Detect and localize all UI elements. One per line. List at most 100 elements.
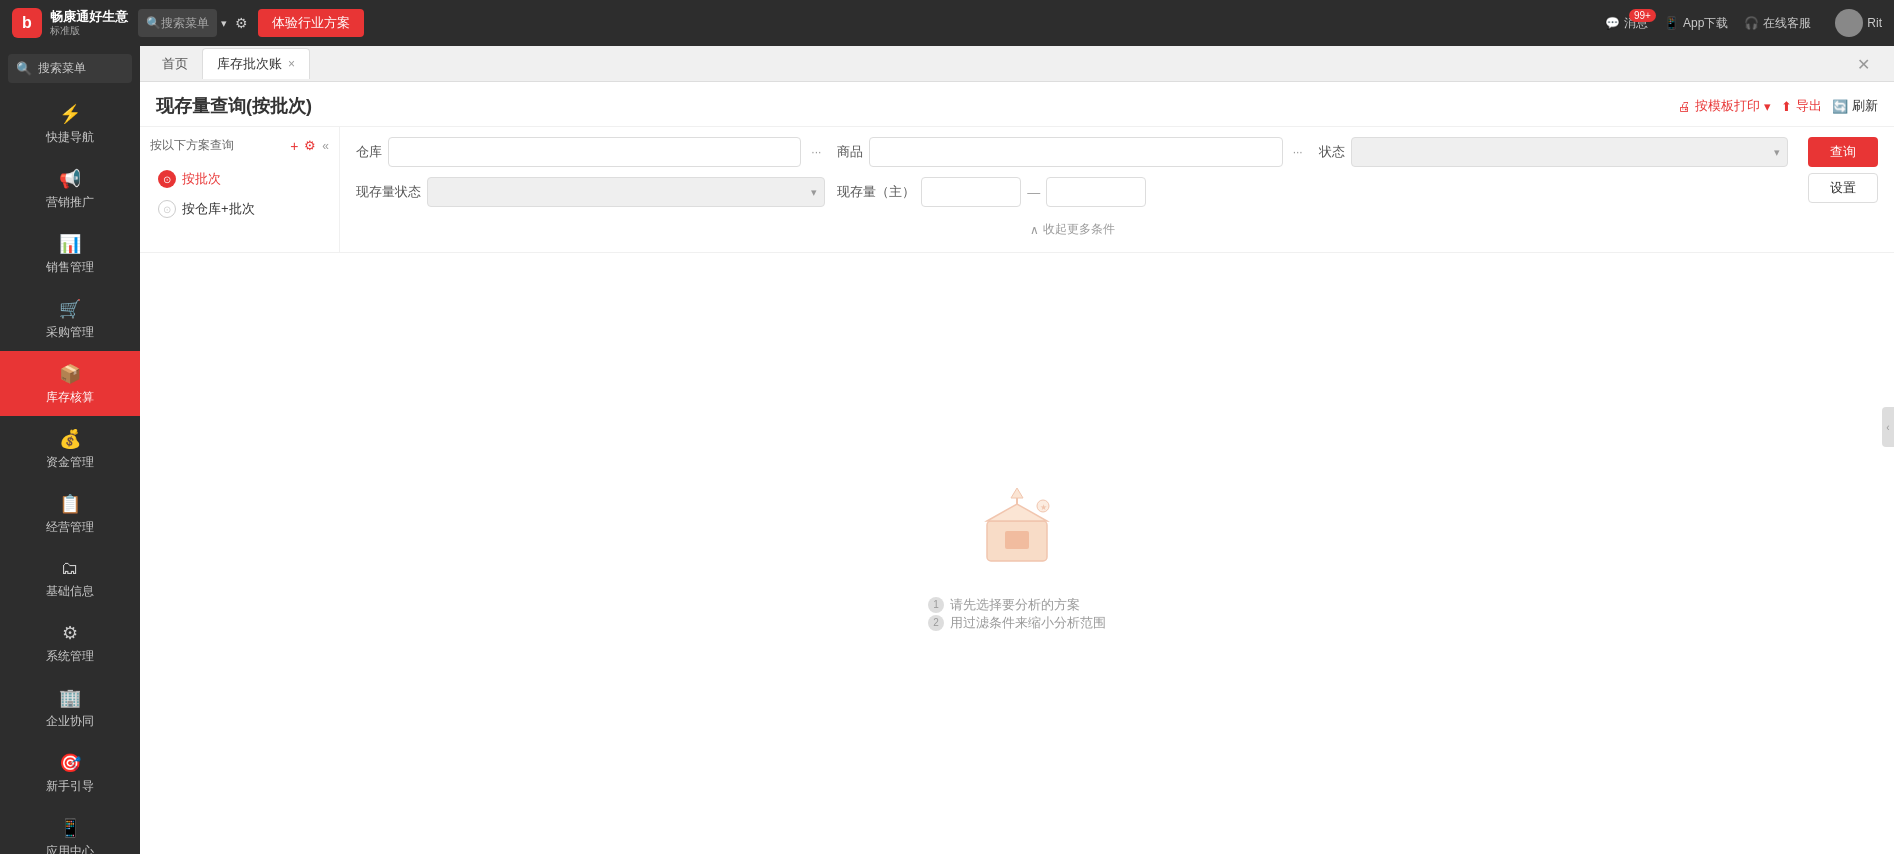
sidebar-item-sales[interactable]: 📊 销售管理	[0, 221, 140, 286]
scheme-inactive-icon: ⊙	[158, 200, 176, 218]
print-button[interactable]: 🖨 按模板打印 ▾	[1678, 97, 1771, 115]
page-header: 现存量查询(按批次) 🖨 按模板打印 ▾ ⬆ 导出 🔄 刷新	[140, 82, 1894, 127]
online-service-button[interactable]: 🎧 在线客服	[1744, 15, 1811, 32]
experience-button[interactable]: 体验行业方案	[258, 9, 364, 37]
basics-icon: 🗂	[61, 558, 79, 579]
tab-bar: 首页 库存批次账 × ✕	[140, 46, 1894, 82]
app-logo: b	[12, 8, 42, 38]
sidebar-item-marketing[interactable]: 📢 营销推广	[0, 156, 140, 221]
tab-close-button[interactable]: ×	[288, 58, 295, 70]
status-select[interactable]	[1351, 137, 1788, 167]
right-panel-toggle[interactable]: ‹	[1882, 407, 1894, 447]
topbar-dropdown-icon[interactable]: ▾	[221, 17, 227, 30]
message-badge: 99+	[1629, 9, 1656, 22]
stock-qty-to-input[interactable]	[1046, 177, 1146, 207]
marketing-icon: 📢	[59, 168, 81, 190]
empty-state: ★ 1 请先选择要分析的方案 2 用过滤条件来缩小分析范围	[140, 253, 1894, 854]
topbar-right: 💬 消息 99+ 📱 App下载 🎧 在线客服 Rit	[1605, 9, 1882, 37]
topbar-search-area[interactable]: 🔍 搜索菜单	[138, 9, 217, 37]
sidebar-item-operation[interactable]: 📋 经营管理	[0, 481, 140, 546]
page-content: 现存量查询(按批次) 🖨 按模板打印 ▾ ⬆ 导出 🔄 刷新	[140, 82, 1894, 854]
page-header-actions: 🖨 按模板打印 ▾ ⬆ 导出 🔄 刷新	[1678, 97, 1878, 115]
scheme-header: 按以下方案查询 + ⚙ «	[150, 137, 329, 154]
scheme-item-0[interactable]: ⊙ 按批次	[150, 164, 329, 194]
print-dropdown-icon[interactable]: ▾	[1764, 99, 1771, 114]
filter-right: 仓库 ··· 商品 ··· 状态	[340, 127, 1804, 252]
filter-panel: 按以下方案查询 + ⚙ « ⊙ 按批次 ⊙ 按仓库+批次	[140, 127, 1894, 253]
message-icon: 💬	[1605, 16, 1620, 30]
user-menu[interactable]: Rit	[1827, 9, 1882, 37]
page-close-button[interactable]: ✕	[1857, 54, 1870, 73]
stock-qty-label: 现存量（主）	[837, 183, 915, 201]
query-button[interactable]: 查询	[1808, 137, 1878, 167]
search-icon: 🔍	[146, 16, 161, 30]
app-download-button[interactable]: 📱 App下载	[1664, 15, 1728, 32]
sidebar-item-enterprise[interactable]: 🏢 企业协同	[0, 675, 140, 740]
topbar: b 畅康通好生意 标准版 🔍 搜索菜单 ▾ ⚙ 体验行业方案 💬 消息 99+ …	[0, 0, 1894, 46]
phone-icon: 📱	[1664, 16, 1679, 30]
sidebar-item-inventory[interactable]: 📦 库存核算	[0, 351, 140, 416]
settings-button[interactable]: 设置	[1808, 173, 1878, 203]
scheme-collapse-button[interactable]: «	[322, 139, 329, 153]
scheme-settings-button[interactable]: ⚙	[304, 138, 316, 153]
sidebar-item-purchase[interactable]: 🛒 采购管理	[0, 286, 140, 351]
service-icon: 🎧	[1744, 16, 1759, 30]
filter-row-2: 现存量状态 ▾ 现存量（主） —	[356, 177, 1788, 207]
stock-qty-from-input[interactable]	[921, 177, 1021, 207]
product-more-button[interactable]: ···	[1289, 145, 1307, 159]
sidebar-search-icon: 🔍	[16, 61, 32, 76]
apps-icon: 📱	[59, 817, 81, 839]
scheme-add-button[interactable]: +	[290, 138, 298, 154]
product-input[interactable]	[869, 137, 1282, 167]
quicknav-icon: ⚡	[59, 103, 81, 125]
export-icon: ⬆	[1781, 99, 1792, 114]
collapse-icon: ∧	[1030, 223, 1039, 237]
message-button[interactable]: 💬 消息 99+	[1605, 15, 1648, 32]
empty-tips: 1 请先选择要分析的方案 2 用过滤条件来缩小分析范围	[928, 596, 1106, 632]
sidebar-item-guide[interactable]: 🎯 新手引导	[0, 740, 140, 805]
tab-inventory-batch[interactable]: 库存批次账 ×	[202, 48, 310, 79]
system-icon: ⚙	[62, 622, 78, 644]
sidebar-item-apps[interactable]: 📱 应用中心	[0, 805, 140, 854]
stock-status-select[interactable]	[427, 177, 825, 207]
main-layout: 🔍 搜索菜单 ⚡ 快捷导航 📢 营销推广 📊 销售管理 🛒 采购管理 📦 库存核…	[0, 46, 1894, 854]
sidebar-item-basics[interactable]: 🗂 基础信息	[0, 546, 140, 610]
warehouse-more-button[interactable]: ···	[807, 145, 825, 159]
app-brand: 畅康通好生意 标准版	[50, 9, 128, 37]
filter-action-buttons: 查询 设置	[1804, 127, 1894, 252]
topbar-gear-icon[interactable]: ⚙	[235, 15, 248, 31]
operation-icon: 📋	[59, 493, 81, 515]
purchase-icon: 🛒	[59, 298, 81, 320]
scheme-item-1[interactable]: ⊙ 按仓库+批次	[150, 194, 329, 224]
refresh-icon: 🔄	[1832, 99, 1848, 114]
sidebar-item-system[interactable]: ⚙ 系统管理	[0, 610, 140, 675]
filter-collapse-button[interactable]: ∧ 收起更多条件	[356, 217, 1788, 242]
svg-marker-4	[1011, 488, 1023, 498]
sidebar-search[interactable]: 🔍 搜索菜单	[8, 54, 132, 83]
stock-qty-dash: —	[1027, 185, 1040, 200]
filter-product-group: 商品 ···	[837, 137, 1306, 167]
sidebar-item-finance[interactable]: 💰 资金管理	[0, 416, 140, 481]
stock-status-select-wrapper: ▾	[427, 177, 825, 207]
scheme-actions: + ⚙ «	[290, 138, 329, 154]
sidebar-item-quicknav[interactable]: ⚡ 快捷导航	[0, 91, 140, 156]
filter-row-1: 仓库 ··· 商品 ··· 状态	[356, 137, 1788, 167]
export-button[interactable]: ⬆ 导出	[1781, 97, 1822, 115]
filter-stock-qty-group: 现存量（主） —	[837, 177, 1306, 207]
svg-text:★: ★	[1040, 503, 1047, 512]
page-title: 现存量查询(按批次)	[156, 94, 312, 118]
avatar	[1835, 9, 1863, 37]
warehouse-label: 仓库	[356, 143, 382, 161]
refresh-button[interactable]: 🔄 刷新	[1832, 97, 1878, 115]
warehouse-input[interactable]	[388, 137, 801, 167]
enterprise-icon: 🏢	[59, 687, 81, 709]
inventory-icon: 📦	[59, 363, 81, 385]
stock-status-label: 现存量状态	[356, 183, 421, 201]
content-area: 首页 库存批次账 × ✕ 现存量查询(按批次) 🖨 按模板打印 ▾	[140, 46, 1894, 854]
status-select-wrapper: ▾	[1351, 137, 1788, 167]
scheme-active-icon: ⊙	[158, 170, 176, 188]
filter-warehouse-group: 仓库 ···	[356, 137, 825, 167]
empty-illustration: ★	[967, 476, 1067, 576]
sales-icon: 📊	[59, 233, 81, 255]
tab-home[interactable]: 首页	[148, 49, 202, 79]
